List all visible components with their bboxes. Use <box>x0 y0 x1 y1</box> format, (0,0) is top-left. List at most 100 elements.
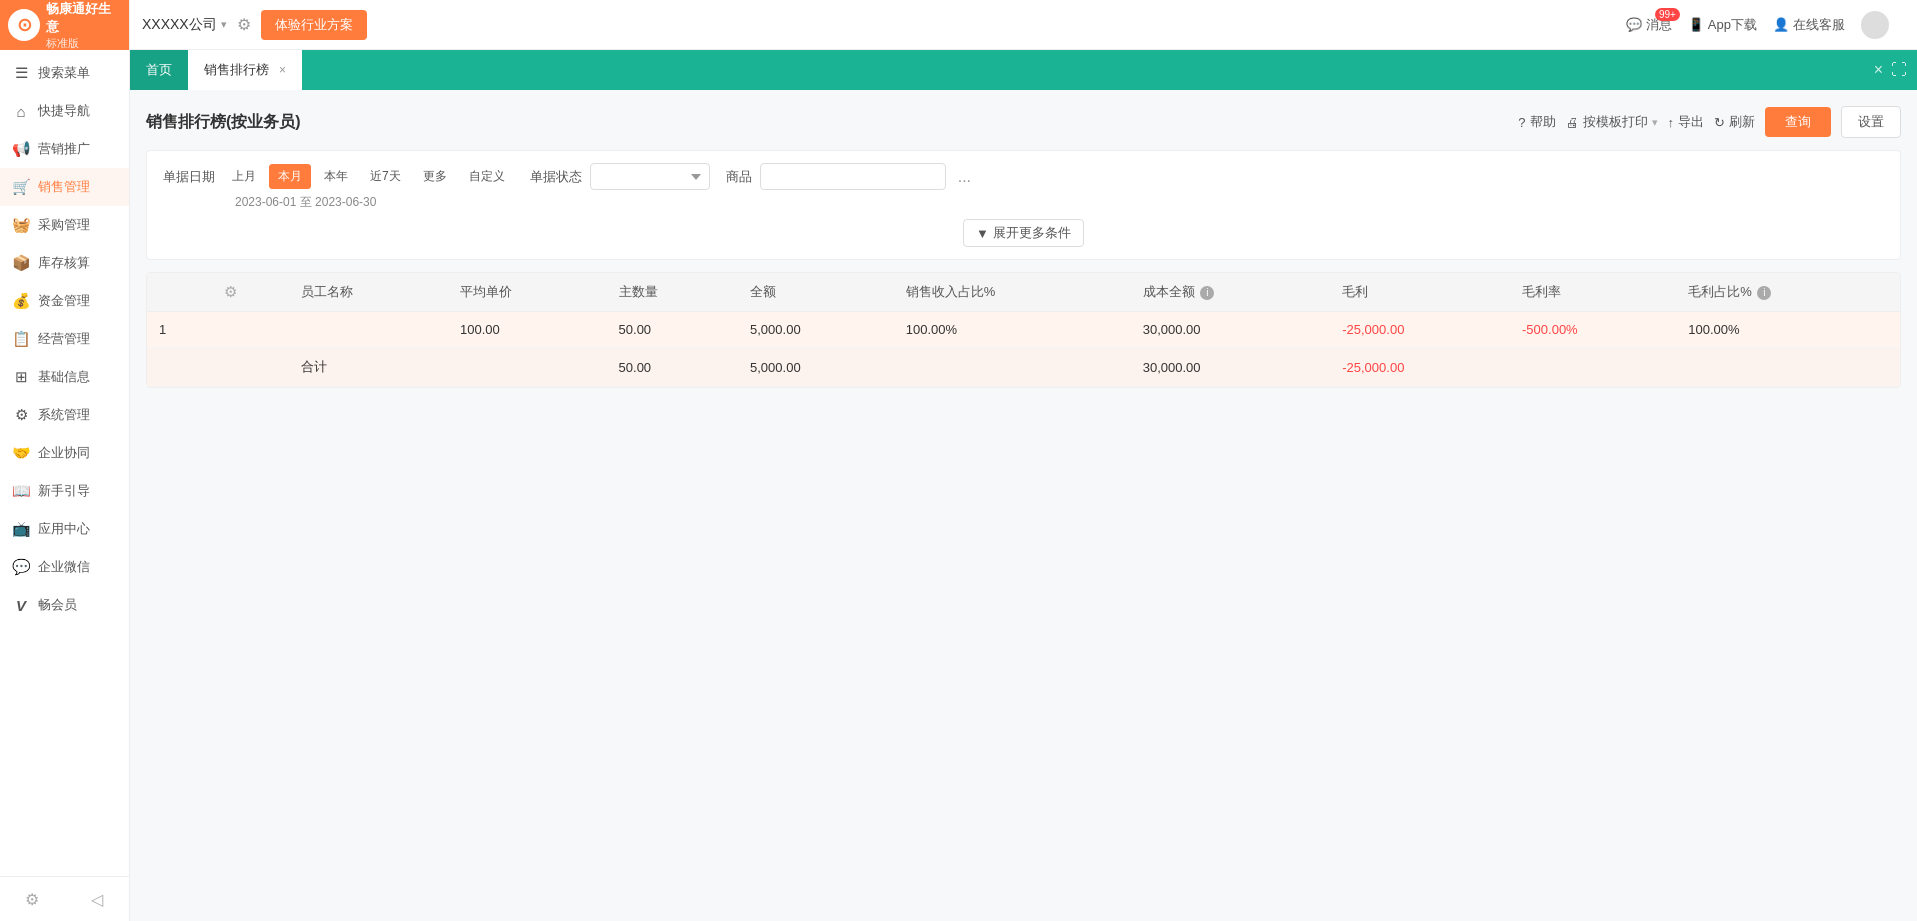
wechat-icon: 💬 <box>12 558 30 576</box>
basket-icon: 🧺 <box>12 216 30 234</box>
sidebar-logo: ⊙ 畅康通好生意 标准版 <box>0 0 129 50</box>
box-icon: 📦 <box>12 254 30 272</box>
footer-profit-pct <box>1676 348 1900 387</box>
date-filter: 单据日期 上月 本月 本年 近7天 更多 自定义 <box>163 164 514 189</box>
status-select[interactable] <box>590 163 710 190</box>
sidebar: ⊙ 畅康通好生意 标准版 ☰ 搜索菜单 ⌂ 快捷导航 📢 营销推广 🛒 销售管理… <box>0 0 130 921</box>
table-row: 1 100.00 50.00 5,000.00 100.00% 30,000.0… <box>147 312 1900 348</box>
export-icon: ↑ <box>1668 115 1675 130</box>
footer-label: 合计 <box>289 348 448 387</box>
sidebar-item-shortcut[interactable]: ⌂ 快捷导航 <box>0 92 129 130</box>
sidebar-settings-btn[interactable]: ⚙ <box>14 885 50 913</box>
sidebar-item-apps[interactable]: 📺 应用中心 <box>0 510 129 548</box>
sidebar-collapse-btn[interactable]: ◁ <box>79 885 115 913</box>
status-filter: 单据状态 <box>530 163 710 190</box>
col-qty: 主数量 <box>607 273 738 312</box>
footer-profit: -25,000.00 <box>1330 348 1510 387</box>
message-badge: 99+ <box>1655 8 1680 21</box>
book-icon: 📖 <box>12 482 30 500</box>
sidebar-item-funds[interactable]: 💰 资金管理 <box>0 282 129 320</box>
online-service-btn[interactable]: 👤 在线客服 <box>1773 16 1845 34</box>
sidebar-item-inventory[interactable]: 📦 库存核算 <box>0 244 129 282</box>
company-selector[interactable]: XXXXX公司 ▾ <box>142 16 227 34</box>
footer-qty: 50.00 <box>607 348 738 387</box>
sidebar-item-operations[interactable]: 📋 经营管理 <box>0 320 129 358</box>
cost-info-icon[interactable]: i <box>1200 286 1214 300</box>
user-avatar[interactable] <box>1861 11 1889 39</box>
sidebar-item-system[interactable]: ⚙ 系统管理 <box>0 396 129 434</box>
page: 销售排行榜(按业务员) ? 帮助 🖨 按模板打印 ▾ ↑ 导出 <box>130 90 1917 404</box>
search-menu-icon: ☰ <box>12 64 30 82</box>
message-btn[interactable]: 💬 消息 99+ <box>1626 16 1672 34</box>
sidebar-item-enterprise[interactable]: 🤝 企业协同 <box>0 434 129 472</box>
cell-cost: 30,000.00 <box>1131 312 1331 348</box>
sidebar-nav: ☰ 搜索菜单 ⌂ 快捷导航 📢 营销推广 🛒 销售管理 🧺 采购管理 📦 库存核… <box>0 50 129 876</box>
col-sales-pct: 销售收入占比% <box>894 273 1131 312</box>
expand-more-btn[interactable]: ▼ 展开更多条件 <box>963 219 1084 247</box>
goods-label: 商品 <box>726 168 752 186</box>
help-icon: ? <box>1518 115 1525 130</box>
main-area: XXXXX公司 ▾ ⚙ 体验行业方案 💬 消息 99+ 📱 App下载 👤 在线… <box>130 0 1917 921</box>
trial-button[interactable]: 体验行业方案 <box>261 10 367 40</box>
refresh-icon: ↻ <box>1714 115 1725 130</box>
col-settings[interactable]: ⚙ <box>212 273 289 312</box>
cell-rank: 1 <box>147 312 212 348</box>
sidebar-item-member[interactable]: V 畅会员 <box>0 586 129 624</box>
date-btn-this-year[interactable]: 本年 <box>315 164 357 189</box>
table-settings-icon[interactable]: ⚙ <box>224 283 237 300</box>
refresh-btn[interactable]: ↻ 刷新 <box>1714 113 1755 131</box>
date-btn-last-month[interactable]: 上月 <box>223 164 265 189</box>
date-label: 单据日期 <box>163 168 215 186</box>
table-header-row: ⚙ 员工名称 平均单价 主数量 全额 销售收入占比% 成本全额 i 毛利 <box>147 273 1900 312</box>
print-icon: 🖨 <box>1566 115 1579 130</box>
col-profit-pct: 毛利占比% i <box>1676 273 1900 312</box>
sidebar-item-sales[interactable]: 🛒 销售管理 <box>0 168 129 206</box>
footer-profit-rate <box>1510 348 1676 387</box>
tab-home[interactable]: 首页 <box>130 50 188 90</box>
topbar: XXXXX公司 ▾ ⚙ 体验行业方案 💬 消息 99+ 📱 App下载 👤 在线… <box>130 0 1917 50</box>
window-max-icon[interactable]: ⛶ <box>1891 61 1907 79</box>
date-btn-more[interactable]: 更多 <box>414 164 456 189</box>
sidebar-item-basic[interactable]: ⊞ 基础信息 <box>0 358 129 396</box>
date-btn-custom[interactable]: 自定义 <box>460 164 514 189</box>
cell-sales-pct: 100.00% <box>894 312 1131 348</box>
sidebar-item-wechat[interactable]: 💬 企业微信 <box>0 548 129 586</box>
help-btn[interactable]: ? 帮助 <box>1518 113 1555 131</box>
print-caret-icon: ▾ <box>1652 116 1658 129</box>
grid-icon: ⊞ <box>12 368 30 386</box>
sidebar-item-guide[interactable]: 📖 新手引导 <box>0 472 129 510</box>
cell-settings <box>212 312 289 348</box>
tabbar-actions: × ⛶ <box>1864 50 1917 90</box>
goods-input[interactable] <box>760 163 946 190</box>
query-button[interactable]: 查询 <box>1765 107 1831 137</box>
topbar-gear-icon[interactable]: ⚙ <box>237 15 251 34</box>
logo-text: 畅康通好生意 标准版 <box>46 0 121 51</box>
date-btn-last7[interactable]: 近7天 <box>361 164 410 189</box>
home-icon: ⌂ <box>12 103 30 120</box>
date-btn-this-month[interactable]: 本月 <box>269 164 311 189</box>
app-download-btn[interactable]: 📱 App下载 <box>1688 16 1757 34</box>
goods-more-icon[interactable]: ... <box>958 168 971 186</box>
setting-button[interactable]: 设置 <box>1841 106 1901 138</box>
footer-sales-pct <box>894 348 1131 387</box>
tv-icon: 📺 <box>12 520 30 538</box>
profit-pct-info-icon[interactable]: i <box>1757 286 1771 300</box>
megaphone-icon: 📢 <box>12 140 30 158</box>
col-profit: 毛利 <box>1330 273 1510 312</box>
topbar-right: 💬 消息 99+ 📱 App下载 👤 在线客服 <box>1626 11 1905 39</box>
tab-close-icon[interactable]: × <box>279 63 286 77</box>
print-btn[interactable]: 🖨 按模板打印 ▾ <box>1566 113 1658 131</box>
filter-expand-row: ▼ 展开更多条件 <box>163 219 1884 247</box>
sidebar-item-search[interactable]: ☰ 搜索菜单 <box>0 54 129 92</box>
sidebar-item-purchase[interactable]: 🧺 采购管理 <box>0 206 129 244</box>
message-icon: 💬 <box>1626 17 1642 32</box>
window-close-icon[interactable]: × <box>1874 61 1883 79</box>
cell-avg-price: 100.00 <box>448 312 607 348</box>
tab-sales-ranking[interactable]: 销售排行榜 × <box>188 50 302 90</box>
money-icon: 💰 <box>12 292 30 310</box>
sidebar-item-marketing[interactable]: 📢 营销推广 <box>0 130 129 168</box>
vip-icon: V <box>12 597 30 614</box>
date-buttons: 上月 本月 本年 近7天 更多 自定义 <box>223 164 514 189</box>
logo-icon: ⊙ <box>8 9 40 41</box>
export-btn[interactable]: ↑ 导出 <box>1668 113 1705 131</box>
